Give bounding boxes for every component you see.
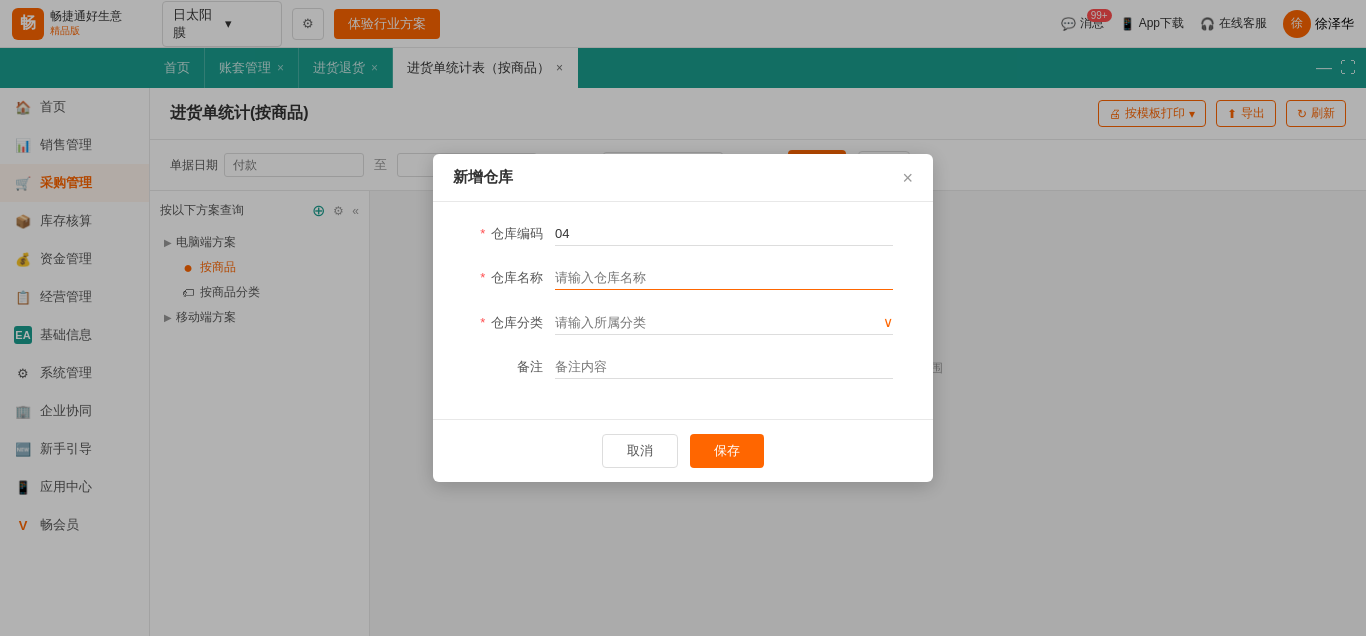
category-required-star: *	[480, 315, 485, 330]
modal-body: * 仓库编码 * 仓库名称 * 仓库分类	[433, 202, 933, 419]
warehouse-remark-field: 备注	[473, 355, 893, 379]
modal-footer: 取消 保存	[433, 419, 933, 482]
modal-overlay: 新增仓库 × * 仓库编码 * 仓库名称	[0, 0, 1366, 636]
warehouse-code-input[interactable]	[555, 222, 893, 246]
warehouse-remark-label: 备注	[473, 358, 543, 376]
add-warehouse-modal: 新增仓库 × * 仓库编码 * 仓库名称	[433, 154, 933, 482]
warehouse-code-field: * 仓库编码	[473, 222, 893, 246]
warehouse-name-input[interactable]	[555, 266, 893, 290]
code-required-star: *	[480, 226, 485, 241]
modal-header: 新增仓库 ×	[433, 154, 933, 202]
warehouse-category-field: * 仓库分类 ∨	[473, 310, 893, 335]
warehouse-category-selector[interactable]: ∨	[555, 310, 893, 335]
category-dropdown-arrow: ∨	[883, 314, 893, 330]
save-button[interactable]: 保存	[690, 434, 764, 468]
modal-title: 新增仓库	[453, 168, 513, 187]
warehouse-category-label: * 仓库分类	[473, 314, 543, 332]
name-required-star: *	[480, 270, 485, 285]
warehouse-name-field: * 仓库名称	[473, 266, 893, 290]
warehouse-category-input[interactable]	[555, 315, 883, 330]
warehouse-name-label: * 仓库名称	[473, 269, 543, 287]
warehouse-code-label: * 仓库编码	[473, 225, 543, 243]
cancel-button[interactable]: 取消	[602, 434, 678, 468]
warehouse-remark-input[interactable]	[555, 355, 893, 379]
modal-close-button[interactable]: ×	[902, 169, 913, 187]
